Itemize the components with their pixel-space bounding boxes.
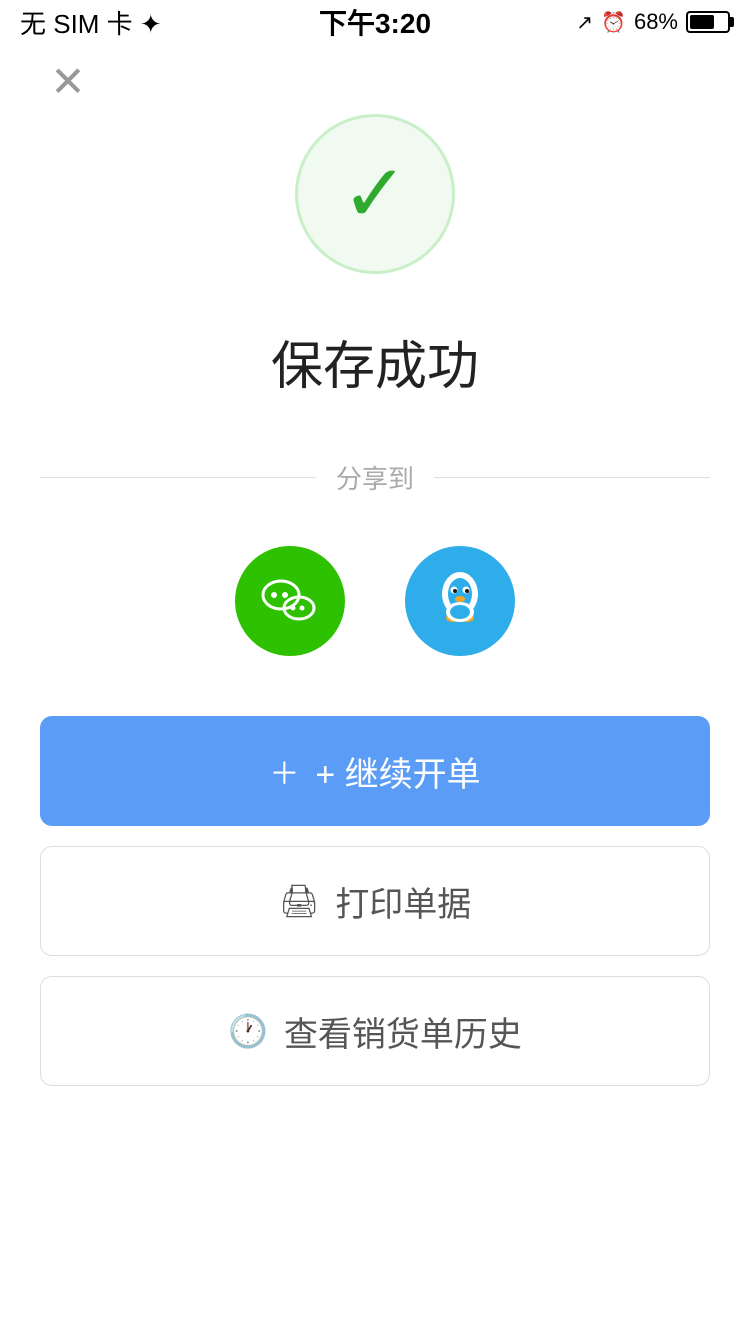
success-title: 保存成功 <box>271 324 479 399</box>
status-time: 下午3:20 <box>319 2 431 42</box>
share-section: 分享到 <box>0 459 750 656</box>
print-button[interactable]: 🖨 打印单据 <box>40 846 710 956</box>
wechat-share-button[interactable] <box>235 546 345 656</box>
continue-label: + 继续开单 <box>315 747 480 796</box>
continue-button[interactable]: ＋ + 继续开单 <box>40 716 710 826</box>
status-right: ↗ ⏰ 68% <box>576 9 730 35</box>
close-icon: ✕ <box>50 61 85 103</box>
share-divider: 分享到 <box>40 459 710 496</box>
printer-icon: 🖨 <box>279 882 320 920</box>
divider-line-left <box>40 477 316 478</box>
status-bar: 无 SIM 卡 ✦ 下午3:20 ↗ ⏰ 68% <box>0 0 750 44</box>
wechat-icon <box>259 575 321 627</box>
sim-label: 无 SIM 卡 ✦ <box>20 4 162 41</box>
success-circle: ✓ <box>295 114 455 274</box>
buttons-section: ＋ + 继续开单 🖨 打印单据 🕐 查看销货单历史 <box>0 716 750 1086</box>
qq-share-button[interactable] <box>405 546 515 656</box>
battery-percent: 68% <box>634 9 678 35</box>
share-label: 分享到 <box>336 459 414 496</box>
battery-icon <box>686 11 730 33</box>
main-content: ✓ 保存成功 分享到 <box>0 44 750 1334</box>
alarm-icon: ⏰ <box>601 10 626 35</box>
share-icons <box>40 546 710 656</box>
status-left: 无 SIM 卡 ✦ <box>20 4 162 41</box>
clock-icon: 🕐 <box>228 1012 268 1050</box>
history-button[interactable]: 🕐 查看销货单历史 <box>40 976 710 1086</box>
plus-icon: ＋ <box>269 749 299 793</box>
close-button[interactable]: ✕ <box>40 54 96 110</box>
divider-line-right <box>434 477 710 478</box>
check-icon: ✓ <box>341 154 408 234</box>
qq-icon <box>429 566 491 636</box>
history-label: 查看销货单历史 <box>284 1007 522 1056</box>
location-icon: ↗ <box>576 10 593 35</box>
print-label: 打印单据 <box>335 877 471 926</box>
